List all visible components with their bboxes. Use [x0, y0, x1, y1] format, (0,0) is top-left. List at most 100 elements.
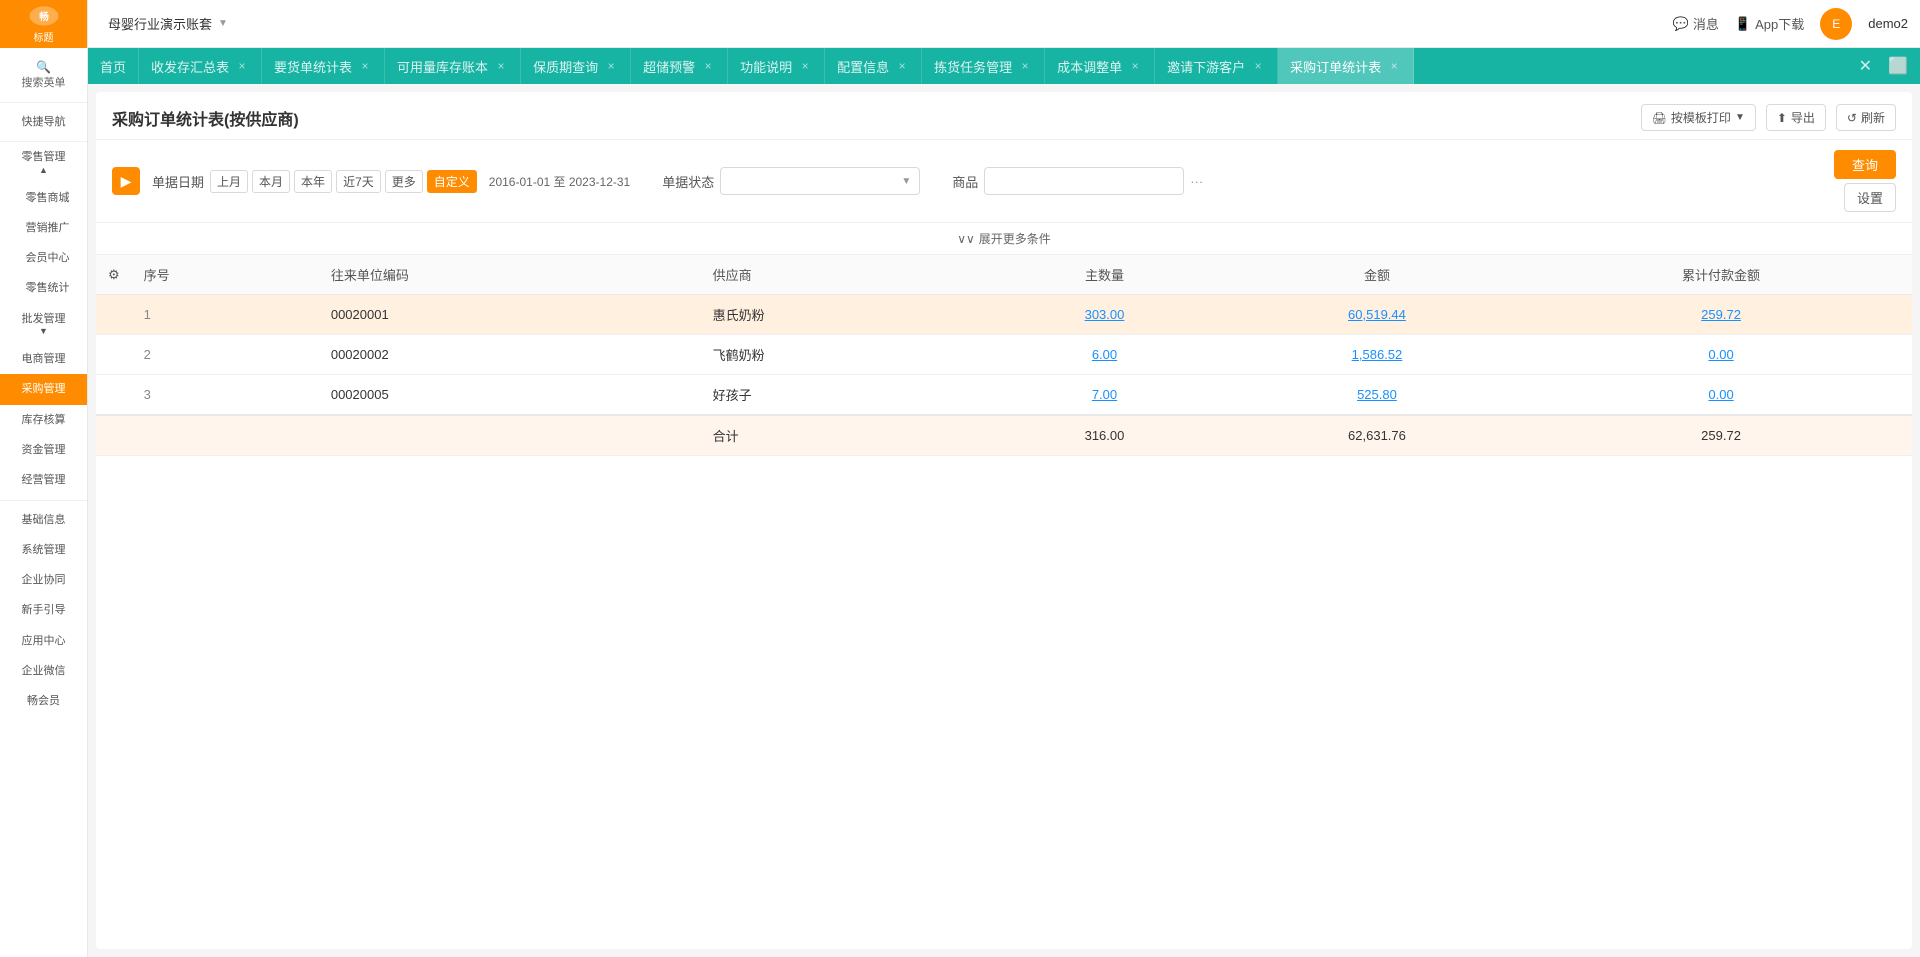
- expand-more-button[interactable]: ∨∨ 展开更多条件: [947, 227, 1061, 250]
- print-dropdown-arrow: ▼: [1735, 112, 1745, 123]
- row2-supplier: 飞鹤奶粉: [701, 335, 986, 375]
- export-icon: ⬆: [1777, 111, 1787, 125]
- tab-close-stock[interactable]: ×: [494, 59, 508, 73]
- tab-close-warranty[interactable]: ×: [604, 59, 618, 73]
- sidebar-item-enterprise-collab[interactable]: 企业协同: [0, 565, 87, 595]
- tab-close-function[interactable]: ×: [798, 59, 812, 73]
- user-avatar[interactable]: E: [1820, 8, 1852, 40]
- sidebar-item-finance[interactable]: 资金管理: [0, 435, 87, 465]
- filter-toggle-button[interactable]: ▶: [112, 167, 140, 195]
- row3-amount: 525.80: [1224, 375, 1530, 416]
- sidebar-item-retail-stats[interactable]: 零售统计: [0, 273, 87, 303]
- tab-home[interactable]: 首页: [88, 48, 139, 84]
- status-select-arrow: ▼: [901, 176, 911, 187]
- row1-paid: 259.72: [1530, 295, 1912, 335]
- expand-icon: ∨∨: [957, 232, 975, 246]
- table-row[interactable]: 2 00020002 飞鹤奶粉 6.00 1,586.52 0.00: [96, 335, 1912, 375]
- sidebar-item-retail-shop[interactable]: 零售商城: [0, 183, 87, 213]
- app-logo[interactable]: 畅 标题: [0, 0, 87, 48]
- sidebar-item-retail-mgmt[interactable]: 零售管理 ▲: [0, 142, 87, 182]
- top-bar: 母婴行业演示账套 ▼ 💬 消息 📱 App下载 E demo2: [88, 0, 1920, 48]
- tab-close-overstock[interactable]: ×: [701, 59, 715, 73]
- settings-button[interactable]: 设置: [1844, 183, 1896, 212]
- tab-close-window-button[interactable]: ✕: [1855, 54, 1876, 78]
- sidebar-item-marketing[interactable]: 营销推广: [0, 213, 87, 243]
- goods-filter: 商品 ···: [952, 167, 1203, 195]
- tab-close-invite[interactable]: ×: [1251, 59, 1265, 73]
- footer-amount: 62,631.76: [1224, 415, 1530, 456]
- goods-more-icon[interactable]: ···: [1190, 174, 1203, 189]
- date-range-group: 2016-01-01 至 2023-12-31: [489, 173, 630, 190]
- status-select[interactable]: ▼: [720, 167, 920, 195]
- sidebar-item-basic-info[interactable]: 基础信息: [0, 505, 87, 535]
- sidebar-search-section: 🔍 搜索英单: [0, 48, 87, 103]
- date-shortcut-more[interactable]: 更多: [385, 170, 423, 193]
- tab-purchase-summary[interactable]: 采购订单统计表 ×: [1278, 48, 1414, 84]
- print-button[interactable]: 🖨 按模板打印 ▼: [1641, 104, 1756, 131]
- sidebar-item-new-guide[interactable]: 新手引导: [0, 595, 87, 625]
- tab-overstock[interactable]: 超储预警 ×: [631, 48, 728, 84]
- sidebar-item-purchase[interactable]: 采购管理: [0, 374, 87, 404]
- row3-qty: 7.00: [985, 375, 1224, 416]
- row2-code: 00020002: [319, 335, 701, 375]
- goods-input-field[interactable]: [984, 167, 1184, 195]
- app-download-button[interactable]: 📱 App下载: [1735, 14, 1804, 33]
- status-label: 单据状态: [662, 172, 714, 191]
- download-icon: 📱: [1735, 16, 1751, 32]
- tab-config[interactable]: 配置信息 ×: [825, 48, 922, 84]
- date-shortcut-this-year[interactable]: 本年: [294, 170, 332, 193]
- col-settings[interactable]: ⚙: [96, 255, 132, 295]
- tab-picking[interactable]: 拣货任务管理 ×: [922, 48, 1045, 84]
- sidebar-item-ops[interactable]: 经营管理: [0, 465, 87, 495]
- refresh-button[interactable]: ↺ 刷新: [1836, 104, 1896, 131]
- sidebar-item-enterprise-wechat[interactable]: 企业微信: [0, 656, 87, 686]
- date-shortcut-custom[interactable]: 自定义: [427, 170, 477, 193]
- table-header-row: ⚙ 序号 往来单位编码 供应商 主数量 金额 累计付款金额: [96, 255, 1912, 295]
- query-button[interactable]: 查询: [1834, 150, 1896, 179]
- date-shortcuts: 上月 本月 本年 近7天 更多 自定义: [210, 170, 477, 193]
- tab-invite-downstream[interactable]: 邀请下游客户 ×: [1155, 48, 1278, 84]
- sidebar-item-stock-check[interactable]: 库存核算: [0, 405, 87, 435]
- tab-bar: 首页 收发存汇总表 × 要货单统计表 × 可用量库存账本 × 保质期查询 × 超…: [88, 48, 1920, 84]
- row3-num: 3: [132, 375, 319, 416]
- sidebar-item-ecommerce[interactable]: 电商管理: [0, 344, 87, 374]
- tab-warranty[interactable]: 保质期查询 ×: [521, 48, 631, 84]
- tab-receive-summary[interactable]: 收发存汇总表 ×: [139, 48, 262, 84]
- sidebar-item-member-center[interactable]: 会员中心: [0, 243, 87, 273]
- tab-close-receive[interactable]: ×: [235, 59, 249, 73]
- tab-close-purchase[interactable]: ×: [1387, 59, 1401, 73]
- logo-subtitle: 标题: [34, 29, 54, 44]
- date-range-text: 2016-01-01 至 2023-12-31: [489, 173, 630, 190]
- search-menu-button[interactable]: 🔍 搜索英单: [6, 56, 81, 94]
- export-button[interactable]: ⬆ 导出: [1766, 104, 1826, 131]
- retail-mgmt-arrow: ▲: [39, 165, 48, 175]
- workspace-selector[interactable]: 母婴行业演示账套 ▼: [100, 10, 236, 37]
- date-shortcut-this-month[interactable]: 本月: [252, 170, 290, 193]
- sidebar-item-vip[interactable]: 畅会员: [0, 686, 87, 716]
- tab-close-picking[interactable]: ×: [1018, 59, 1032, 73]
- row2-amount: 1,586.52: [1224, 335, 1530, 375]
- row2-qty: 6.00: [985, 335, 1224, 375]
- tab-available-stock[interactable]: 可用量库存账本 ×: [385, 48, 521, 84]
- tab-function-desc[interactable]: 功能说明 ×: [728, 48, 825, 84]
- workspace-name: 母婴行业演示账套: [108, 14, 212, 33]
- status-filter: 单据状态 ▼: [662, 167, 920, 195]
- table-row[interactable]: 1 00020001 惠氏奶粉 303.00 60,519.44 259.72: [96, 295, 1912, 335]
- sidebar-item-wholesale[interactable]: 批发管理 ▼: [0, 304, 87, 344]
- tab-order-summary[interactable]: 要货单统计表 ×: [262, 48, 385, 84]
- date-shortcut-last-month[interactable]: 上月: [210, 170, 248, 193]
- sidebar-item-quick-nav[interactable]: 快捷导航: [0, 107, 87, 137]
- tab-maximize-button[interactable]: ⬜: [1884, 54, 1912, 78]
- sidebar-item-system[interactable]: 系统管理: [0, 535, 87, 565]
- tab-close-cost[interactable]: ×: [1128, 59, 1142, 73]
- message-button[interactable]: 💬 消息: [1673, 14, 1719, 33]
- row1-qty: 303.00: [985, 295, 1224, 335]
- date-shortcut-7days[interactable]: 近7天: [336, 170, 381, 193]
- content-area: 采购订单统计表(按供应商) 🖨 按模板打印 ▼ ⬆ 导出 ↺ 刷新: [88, 84, 1920, 957]
- table-row[interactable]: 3 00020005 好孩子 7.00 525.80 0.00: [96, 375, 1912, 416]
- sidebar-item-app-center[interactable]: 应用中心: [0, 626, 87, 656]
- tab-close-config[interactable]: ×: [895, 59, 909, 73]
- tab-cost-adjust[interactable]: 成本调整单 ×: [1045, 48, 1155, 84]
- row3-paid: 0.00: [1530, 375, 1912, 416]
- tab-close-order[interactable]: ×: [358, 59, 372, 73]
